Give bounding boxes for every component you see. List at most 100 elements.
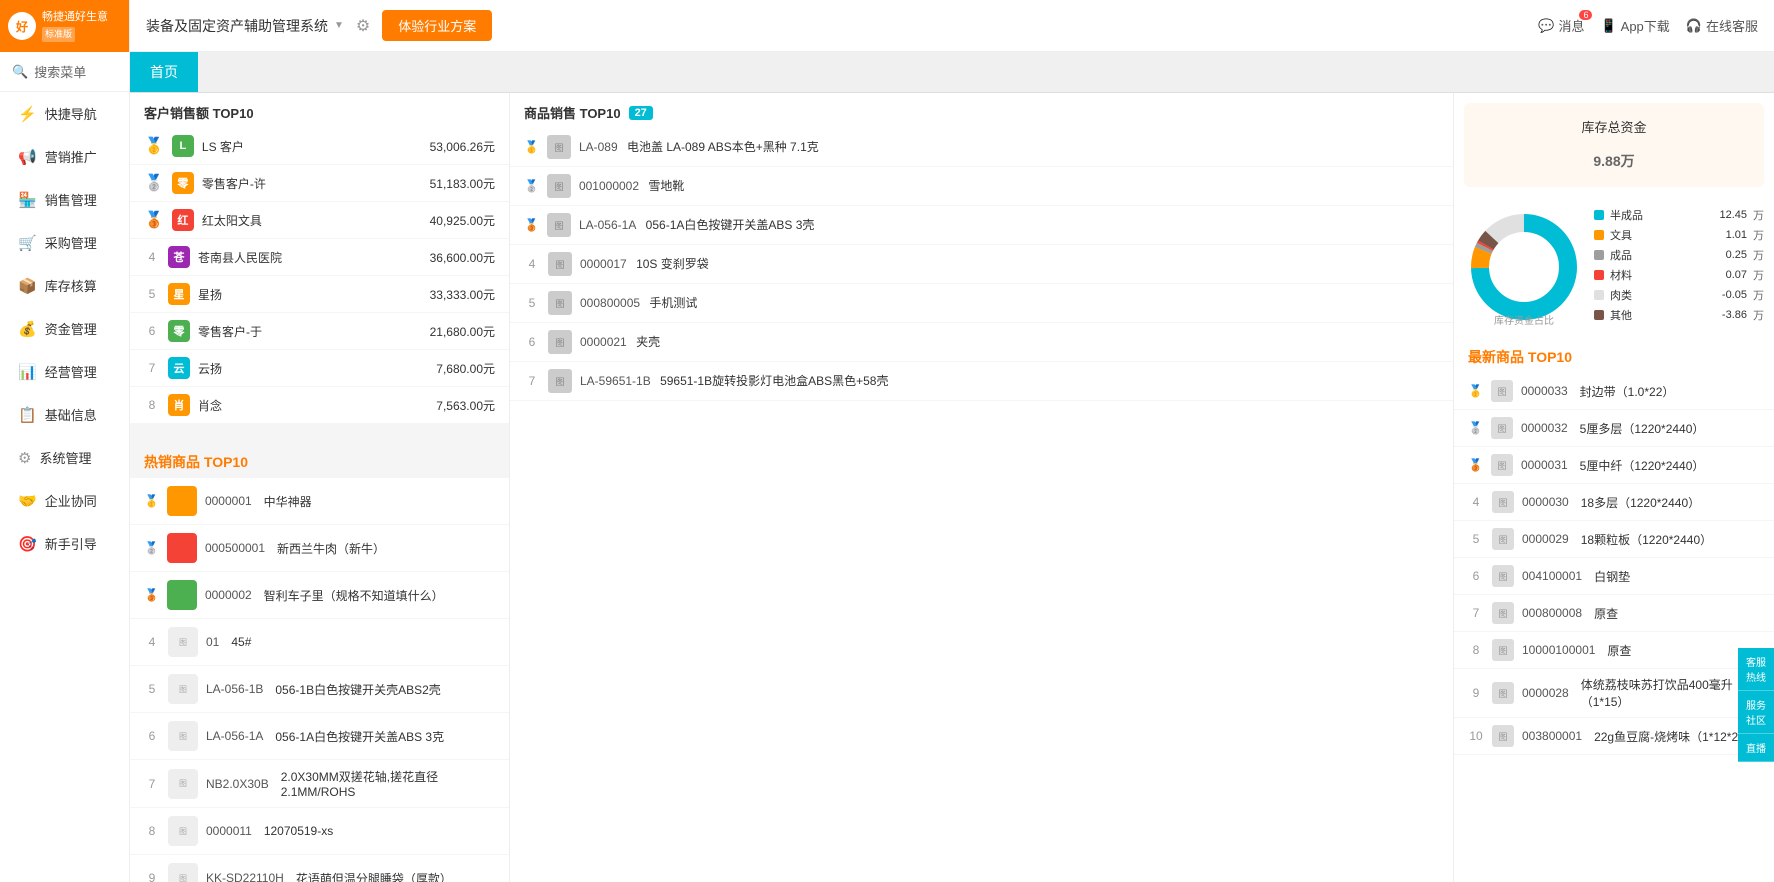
- search-menu[interactable]: 🔍 搜索菜单: [0, 52, 129, 92]
- sidebar-item-basic-info[interactable]: 📋基础信息: [0, 393, 129, 436]
- customer-rank-row: 🥇 L LS 客户 53,006.26元: [130, 128, 509, 165]
- customer-badge: 零: [168, 320, 190, 342]
- mid-product-row: 4 图 0000017 10S 变刹罗袋: [510, 245, 1453, 284]
- home-tab[interactable]: 首页: [130, 52, 198, 92]
- mid-product-row: 🥇 图 LA-089 电池盖 LA-089 ABS本色+黑种 7.1克: [510, 128, 1453, 167]
- legend-name: 半成品: [1610, 207, 1713, 223]
- product-code: 0000030: [1522, 495, 1569, 509]
- new-product-row: 🥉 图 0000031 5厘中纤（1220*2440）: [1454, 447, 1774, 484]
- product-name: 056-1A白色按键开关盖ABS 3克: [275, 728, 495, 745]
- product-name: 封边带（1.0*22）: [1580, 383, 1760, 400]
- sidebar-item-purchase[interactable]: 🛒采购管理: [0, 221, 129, 264]
- product-thumbnail: 图: [547, 174, 571, 198]
- customer-amount: 33,333.00元: [430, 286, 495, 303]
- new-products-header: 最新商品 TOP10: [1454, 337, 1774, 373]
- sidebar-item-operations[interactable]: 📊经营管理: [0, 350, 129, 393]
- legend-item: 肉类 -0.05 万: [1594, 287, 1764, 303]
- product-code: 01: [206, 635, 219, 649]
- sidebar-item-system[interactable]: ⚙系统管理: [0, 436, 129, 479]
- customer-rank-row: 7 云 云扬 7,680.00元: [130, 350, 509, 387]
- product-name: 10S 变刹罗袋: [636, 257, 709, 271]
- product-thumbnail: 图: [168, 721, 198, 751]
- product-thumbnail: 图: [1492, 528, 1514, 550]
- sidebar-item-sales[interactable]: 🏪销售管理: [0, 178, 129, 221]
- content-row: 客户销售额 TOP10 🥇 L LS 客户 53,006.26元 🥈 零 零售客…: [130, 93, 1774, 882]
- customer-amount: 51,183.00元: [430, 175, 495, 192]
- float-service-btn-1[interactable]: 客服热线: [1738, 648, 1774, 691]
- app-download-btn[interactable]: 📱 App下载: [1600, 16, 1669, 35]
- nav-icon-marketing: 📢: [18, 148, 37, 166]
- sidebar-item-guide[interactable]: 🎯新手引导: [0, 522, 129, 565]
- customer-name: LS 客户: [202, 138, 422, 155]
- nav-icon-sales: 🏪: [18, 191, 37, 209]
- legend-value: 1.01: [1726, 229, 1747, 241]
- customer-rank-row: 🥉 红 红太阳文具 40,925.00元: [130, 202, 509, 239]
- content-tabs: 首页: [130, 52, 1774, 93]
- sidebar-item-quick-nav[interactable]: ⚡快捷导航: [0, 92, 129, 135]
- product-name: 22g鱼豆腐-烧烤味（1*12*20）: [1594, 728, 1760, 745]
- inventory-amount: 9.88万: [1478, 142, 1750, 173]
- legend-name: 肉类: [1610, 287, 1716, 303]
- right-column: 库存总资金 9.88万: [1454, 93, 1774, 882]
- medal-silver-icon: 🥈: [144, 173, 164, 193]
- new-product-row: 6 图 004100001 白钢垫: [1454, 558, 1774, 595]
- float-service-btn-3[interactable]: 直播: [1738, 734, 1774, 762]
- medal-bronze-icon: 🥉: [144, 588, 159, 602]
- customer-name: 零售客户-于: [198, 323, 422, 340]
- product-name: 12070519-xs: [264, 824, 495, 838]
- medal-bronze-icon: 🥉: [144, 210, 164, 230]
- product-name: 体统荔枝味苏打饮品400毫升（1*15）: [1581, 676, 1760, 710]
- product-thumbnail: [167, 486, 197, 516]
- customer-amount: 7,680.00元: [436, 360, 495, 377]
- legend-item: 文具 1.01 万: [1594, 227, 1764, 243]
- product-thumbnail: 图: [1492, 639, 1514, 661]
- product-code: 0000031: [1521, 458, 1568, 472]
- message-btn[interactable]: 💬 消息 6: [1538, 16, 1584, 35]
- app-logo: 好 畅捷通好生意 标准版: [0, 0, 129, 52]
- hot-product-row: 6 图 LA-056-1A 056-1A白色按键开关盖ABS 3克: [130, 713, 509, 760]
- product-thumbnail: 图: [1491, 380, 1513, 402]
- product-code: LA-056-1A: [579, 218, 636, 232]
- hot-products-section: 热销商品 TOP10 🥇 0000001 中华神器 🥈 000500001 新西…: [130, 432, 509, 882]
- product-thumbnail: 图: [1492, 491, 1514, 513]
- legend-item: 半成品 12.45 万: [1594, 207, 1764, 223]
- trial-button[interactable]: 体验行业方案: [382, 10, 492, 41]
- legend-dot: [1594, 210, 1604, 220]
- product-name: 59651-1B旋转投影灯电池盒ABS黑色+58壳: [660, 374, 888, 388]
- product-code: 000800008: [1522, 606, 1582, 620]
- hot-product-row: 7 图 NB2.0X30B 2.0X30MM双搓花轴,搓花直径2.1MM/ROH…: [130, 760, 509, 808]
- product-name: 5厘多层（1220*2440）: [1580, 420, 1760, 437]
- legend-value: 12.45: [1719, 209, 1747, 221]
- settings-icon[interactable]: ⚙: [356, 16, 370, 36]
- product-name: 18颗粒板（1220*2440）: [1581, 531, 1760, 548]
- customer-rank-row: 4 苍 苍南县人民医院 36,600.00元: [130, 239, 509, 276]
- nav-icon-operations: 📊: [18, 363, 37, 381]
- product-code: KK-SD22110H: [206, 871, 284, 882]
- product-thumbnail: 图: [1492, 602, 1514, 624]
- nav-icon-cooperation: 🤝: [18, 492, 37, 510]
- nav-icon-basic-info: 📋: [18, 406, 37, 424]
- sidebar-item-inventory[interactable]: 📦库存核算: [0, 264, 129, 307]
- product-code: 0000002: [205, 588, 252, 602]
- dropdown-arrow: ▼: [334, 20, 344, 31]
- online-service-btn[interactable]: 🎧 在线客服: [1686, 16, 1758, 35]
- sidebar-item-cooperation[interactable]: 🤝企业协同: [0, 479, 129, 522]
- new-product-row: 7 图 000800008 原查: [1454, 595, 1774, 632]
- sidebar-item-marketing[interactable]: 📢营销推广: [0, 135, 129, 178]
- new-product-row: 10 图 003800001 22g鱼豆腐-烧烤味（1*12*20）: [1454, 718, 1774, 755]
- customer-badge: L: [172, 135, 194, 157]
- hot-product-row: 5 图 LA-056-1B 056-1B白色按键开关壳ABS2壳: [130, 666, 509, 713]
- product-code: LA-59651-1B: [580, 374, 651, 388]
- product-name: 手机测试: [649, 296, 697, 310]
- nav-icon-quick-nav: ⚡: [18, 105, 37, 123]
- legend-unit: 万: [1753, 247, 1764, 263]
- topbar: 装备及固定资产辅助管理系统 ▼ ⚙ 体验行业方案 💬 消息 6 📱 App下载 …: [130, 0, 1774, 52]
- sidebar-item-finance[interactable]: 💰资金管理: [0, 307, 129, 350]
- product-thumbnail: 图: [548, 330, 572, 354]
- float-service-btn-2[interactable]: 服务社区: [1738, 691, 1774, 734]
- product-code: 10000100001: [1522, 643, 1595, 657]
- system-title: 装备及固定资产辅助管理系统 ▼: [146, 16, 344, 36]
- legend-unit: 万: [1753, 227, 1764, 243]
- hot-product-row: 9 图 KK-SD22110H 花语萌但温分腿睡袋（厚款）: [130, 855, 509, 882]
- customer-amount: 53,006.26元: [430, 138, 495, 155]
